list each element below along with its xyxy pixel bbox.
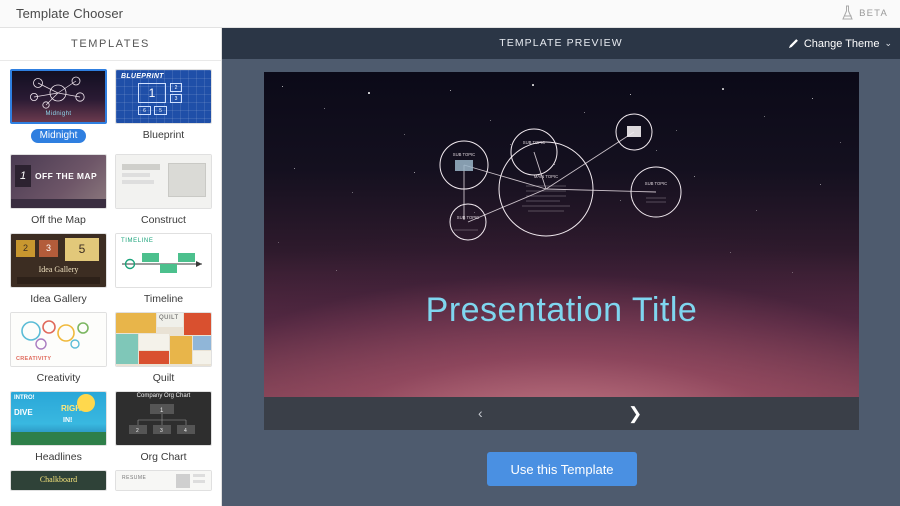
creativity-thumb-title: CREATIVITY bbox=[16, 356, 52, 362]
top-bar: Template Chooser BETA bbox=[0, 0, 900, 28]
template-thumbnail-resume[interactable]: RESUME bbox=[115, 470, 212, 491]
midnight-thumb-label: Midnight bbox=[45, 111, 72, 117]
beta-indicator: BETA bbox=[841, 5, 888, 21]
preview-pane: TEMPLATE PREVIEW Change Theme ⌄ MAIN TOP… bbox=[222, 28, 900, 506]
template-thumbnail-headlines[interactable]: INTRO! DIVE RIGHT IN! bbox=[10, 391, 107, 446]
blueprint-thumb-n6: 6 bbox=[138, 106, 151, 115]
template-thumbnail-org-chart[interactable]: Company Org Chart 1 2 3 4 bbox=[115, 391, 212, 446]
chalkboard-thumb-title: Chalkboard bbox=[39, 475, 78, 484]
diagram-center-label: MAIN TOPIC bbox=[534, 174, 558, 179]
offthemap-thumb-title: OFF THE MAP bbox=[35, 171, 98, 181]
template-grid: Midnight Midnight BLUEPRINT 1 2 3 6 5 Bl… bbox=[0, 61, 221, 491]
diagram-node-lower-left-label: SUB TOPIC bbox=[457, 215, 479, 220]
template-item-timeline[interactable]: TIMELINE Timeline bbox=[115, 233, 212, 306]
template-item-construct[interactable]: Construct bbox=[115, 154, 212, 227]
template-label-idea-gallery: Idea Gallery bbox=[30, 293, 87, 305]
template-thumbnail-quilt[interactable]: QUILT bbox=[115, 312, 212, 367]
template-item-headlines[interactable]: INTRO! DIVE RIGHT IN! Headlines bbox=[10, 391, 107, 464]
template-thumbnail-idea-gallery[interactable]: 2 3 5 Idea Gallery bbox=[10, 233, 107, 288]
blueprint-thumb-n5: 5 bbox=[154, 106, 167, 115]
pencil-icon bbox=[788, 39, 798, 49]
idea-thumb-n3: 3 bbox=[39, 240, 58, 257]
template-label-construct: Construct bbox=[141, 214, 186, 226]
template-thumbnail-creativity[interactable]: CREATIVITY bbox=[10, 312, 107, 367]
templates-header: TEMPLATES bbox=[0, 28, 221, 61]
template-label-off-the-map: Off the Map bbox=[31, 214, 86, 226]
slide-image: MAIN TOPIC SUB TOPIC SUB TOPIC SUB TOPIC… bbox=[264, 72, 859, 397]
change-theme-button[interactable]: Change Theme ⌄ bbox=[788, 28, 892, 59]
templates-sidebar[interactable]: TEMPLATES Midnight Midnight BLUEPRINT 1 … bbox=[0, 28, 222, 506]
blueprint-thumb-n2: 2 bbox=[170, 83, 182, 92]
template-item-blueprint[interactable]: BLUEPRINT 1 2 3 6 5 Blueprint bbox=[115, 69, 212, 148]
template-item-chalkboard[interactable]: Chalkboard bbox=[10, 470, 107, 491]
diagram-node-right-label: SUB TOPIC bbox=[645, 181, 667, 186]
template-item-org-chart[interactable]: Company Org Chart 1 2 3 4 Org Chart bbox=[115, 391, 212, 464]
template-label-headlines: Headlines bbox=[35, 451, 82, 463]
use-this-template-button[interactable]: Use this Template bbox=[487, 452, 637, 486]
flask-icon bbox=[842, 5, 853, 20]
template-item-off-the-map[interactable]: 1 OFF THE MAP Off the Map bbox=[10, 154, 107, 227]
svg-text:4: 4 bbox=[184, 428, 187, 434]
headlines-thumb-t4: IN! bbox=[63, 417, 73, 424]
mind-map-diagram: MAIN TOPIC SUB TOPIC SUB TOPIC SUB TOPIC… bbox=[439, 113, 682, 241]
page-title: Template Chooser bbox=[16, 6, 124, 21]
headlines-thumb-t1: INTRO! bbox=[14, 395, 35, 401]
slide-navigation: ‹ ❯ bbox=[264, 397, 859, 430]
template-thumbnail-chalkboard[interactable]: Chalkboard bbox=[10, 470, 107, 491]
change-theme-label: Change Theme bbox=[803, 37, 880, 50]
orgchart-graphic-icon: 1 2 3 4 bbox=[129, 404, 195, 434]
blueprint-thumb-title: BLUEPRINT bbox=[121, 73, 164, 80]
template-chooser-app: Template Chooser BETA TEMPLATES Midnight… bbox=[0, 0, 900, 506]
template-item-idea-gallery[interactable]: 2 3 5 Idea Gallery Idea Gallery bbox=[10, 233, 107, 306]
template-item-quilt[interactable]: QUILT Quilt bbox=[115, 312, 212, 385]
quilt-thumb-title: QUILT bbox=[159, 315, 179, 321]
next-slide-button[interactable]: ❯ bbox=[628, 397, 642, 430]
blueprint-thumb-n3: 3 bbox=[170, 94, 182, 103]
previous-slide-button[interactable]: ‹ bbox=[478, 397, 483, 430]
template-thumbnail-midnight[interactable]: Midnight bbox=[10, 69, 107, 124]
template-label-org-chart: Org Chart bbox=[140, 451, 187, 463]
idea-thumb-n5: 5 bbox=[65, 238, 99, 261]
template-label-blueprint: Blueprint bbox=[142, 129, 185, 141]
template-item-midnight[interactable]: Midnight Midnight bbox=[10, 69, 107, 148]
template-item-creativity[interactable]: CREATIVITY Creativity bbox=[10, 312, 107, 385]
diagram-node-left-label: SUB TOPIC bbox=[453, 152, 475, 157]
diagram-node-top-label: SUB TOPIC bbox=[523, 140, 545, 145]
template-thumbnail-off-the-map[interactable]: 1 OFF THE MAP bbox=[10, 154, 107, 209]
sidebar-bottom-fade bbox=[0, 496, 221, 506]
idea-thumb-n2: 2 bbox=[16, 240, 35, 257]
template-label-timeline: Timeline bbox=[143, 293, 184, 305]
orgchart-thumb-title: Company Org Chart bbox=[136, 393, 191, 399]
idea-thumb-title: Idea Gallery bbox=[38, 265, 79, 274]
template-item-resume[interactable]: RESUME bbox=[115, 470, 212, 491]
svg-text:2: 2 bbox=[136, 428, 139, 434]
template-label-creativity: Creativity bbox=[36, 372, 81, 384]
template-label-quilt: Quilt bbox=[152, 372, 175, 384]
preview-toolbar: TEMPLATE PREVIEW Change Theme ⌄ bbox=[222, 28, 900, 59]
timeline-graphic-icon bbox=[122, 253, 202, 273]
beta-label: BETA bbox=[859, 7, 888, 19]
svg-text:3: 3 bbox=[160, 428, 163, 434]
resume-thumb-title: RESUME bbox=[122, 475, 147, 481]
template-thumbnail-construct[interactable] bbox=[115, 154, 212, 209]
template-thumbnail-timeline[interactable]: TIMELINE bbox=[115, 233, 212, 288]
chevron-down-icon: ⌄ bbox=[884, 38, 892, 48]
blueprint-thumb-big-number: 1 bbox=[138, 83, 166, 103]
offthemap-thumb-number: 1 bbox=[15, 165, 31, 187]
slide-preview[interactable]: MAIN TOPIC SUB TOPIC SUB TOPIC SUB TOPIC… bbox=[264, 72, 859, 430]
template-label-midnight: Midnight bbox=[30, 129, 87, 143]
slide-title: Presentation Title bbox=[425, 291, 698, 329]
template-thumbnail-blueprint[interactable]: BLUEPRINT 1 2 3 6 5 bbox=[115, 69, 212, 124]
headlines-thumb-t2: DIVE bbox=[14, 408, 33, 417]
